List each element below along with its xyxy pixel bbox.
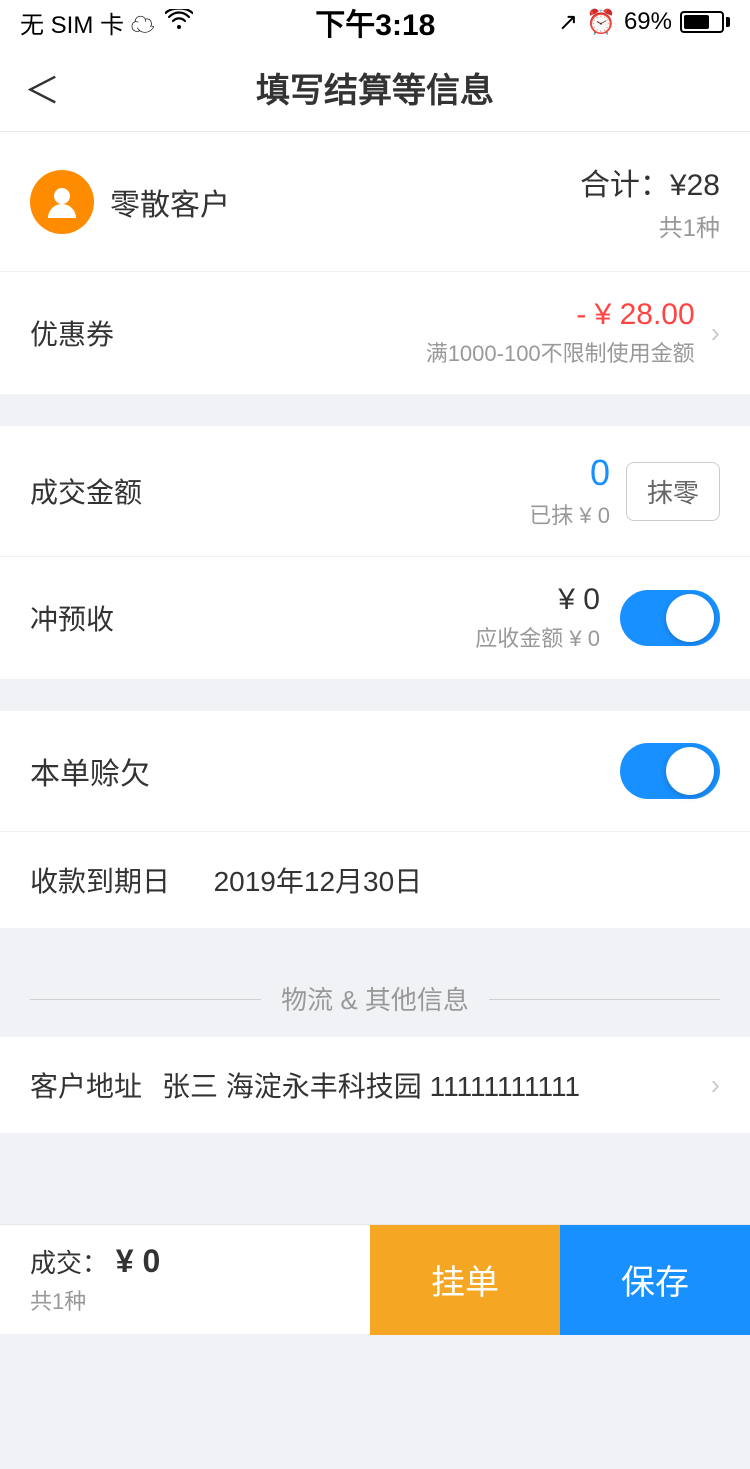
divider-2 <box>0 695 750 711</box>
customer-card: 零散客户 合计：¥28 共1种 优惠券 - ¥ 28.00 满1000-100不… <box>0 132 750 394</box>
prepaid-row: 冲预收 ¥ 0 应收金额 ¥ 0 <box>0 556 750 679</box>
due-date-row: 收款到期日 2019年12月30日 <box>0 831 750 928</box>
hold-button[interactable]: 挂单 <box>370 1225 560 1335</box>
location-icon: ↗ <box>558 8 578 37</box>
deal-card: 成交金额 0 已抹 ¥ 0 抹零 冲预收 ¥ 0 应收金额 ¥ 0 <box>0 426 750 679</box>
deal-sub: 已抹 ¥ 0 <box>529 498 610 530</box>
bottom-deal-line: 成交： ¥ 0 <box>30 1243 340 1280</box>
battery-icon <box>680 8 730 36</box>
credit-toggle[interactable] <box>620 743 720 799</box>
address-chevron: › <box>711 1069 720 1101</box>
deal-amount-row: 成交金额 0 已抹 ¥ 0 抹零 <box>0 426 750 556</box>
logistics-section-header: 物流 & 其他信息 <box>0 960 750 1037</box>
customer-avatar <box>30 170 94 234</box>
prepaid-right: ¥ 0 应收金额 ¥ 0 <box>475 583 720 653</box>
prepaid-amount: ¥ 0 <box>475 583 600 617</box>
credit-toggle-knob <box>666 747 714 795</box>
prepaid-sub: 应收金额 ¥ 0 <box>475 621 600 653</box>
address-card: 客户地址 张三 海淀永丰科技园 11111111111 › <box>0 1037 750 1133</box>
battery-percent: 69% <box>624 8 672 36</box>
customer-name: 零散客户 <box>110 180 230 224</box>
bottom-deal-amount: ¥ 0 <box>116 1243 160 1279</box>
page-title: 填写结算等信息 <box>256 63 494 112</box>
coupon-row[interactable]: 优惠券 - ¥ 28.00 满1000-100不限制使用金额 › <box>0 271 750 394</box>
status-right: ↗ ⏰ 69% <box>558 8 730 37</box>
status-left: 无 SIM 卡 ☁ <box>20 5 193 40</box>
bottom-count: 共1种 <box>30 1284 340 1316</box>
credit-row: 本单赊欠 <box>0 711 750 831</box>
round-zero-button[interactable]: 抹零 <box>626 462 720 521</box>
credit-card: 本单赊欠 收款到期日 2019年12月30日 <box>0 711 750 928</box>
customer-total: 合计：¥28 共1种 <box>580 160 720 243</box>
deal-value[interactable]: 0 <box>590 452 610 494</box>
sim-label: 无 SIM 卡 ☁ <box>20 5 155 40</box>
logistics-label: 物流 & 其他信息 <box>261 980 489 1017</box>
coupon-value: - ¥ 28.00 满1000-100不限制使用金额 <box>426 298 695 368</box>
coupon-amount: - ¥ 28.00 <box>426 298 695 332</box>
address-row[interactable]: 客户地址 张三 海淀永丰科技园 11111111111 › <box>0 1037 750 1133</box>
total-amount: 合计：¥28 <box>580 160 720 204</box>
prepaid-values: ¥ 0 应收金额 ¥ 0 <box>475 583 600 653</box>
toggle-knob <box>666 594 714 642</box>
divider-1 <box>0 410 750 426</box>
alarm-icon: ⏰ <box>586 8 616 37</box>
deal-amount-label: 成交金额 <box>30 471 142 511</box>
prepaid-label: 冲预收 <box>30 598 114 638</box>
due-date-spacer <box>178 866 206 897</box>
status-bar: 无 SIM 卡 ☁ 下午3:18 ↗ ⏰ 69% <box>0 0 750 44</box>
coupon-desc: 满1000-100不限制使用金额 <box>426 336 695 368</box>
bottom-bar: 成交： ¥ 0 共1种 挂单 保存 <box>0 1224 750 1334</box>
customer-row: 零散客户 合计：¥28 共1种 <box>0 132 750 271</box>
back-button[interactable]: ＜ <box>24 62 60 114</box>
deal-right: 0 已抹 ¥ 0 抹零 <box>529 452 720 530</box>
coupon-right: - ¥ 28.00 满1000-100不限制使用金额 › <box>426 298 720 368</box>
wifi-icon <box>165 8 193 36</box>
bottom-deal-label: 成交： <box>30 1248 108 1278</box>
deal-value-wrapper: 0 已抹 ¥ 0 <box>529 452 610 530</box>
status-time: 下午3:18 <box>315 0 435 44</box>
prepaid-toggle[interactable] <box>620 590 720 646</box>
total-count: 共1种 <box>580 208 720 243</box>
nav-bar: ＜ 填写结算等信息 <box>0 44 750 132</box>
customer-info: 零散客户 <box>30 170 230 234</box>
save-button[interactable]: 保存 <box>560 1225 750 1335</box>
address-value: 张三 海淀永丰科技园 11111111111 <box>162 1065 691 1105</box>
address-label: 客户地址 <box>30 1065 142 1105</box>
credit-label: 本单赊欠 <box>30 749 150 793</box>
person-icon <box>44 184 80 220</box>
coupon-label: 优惠券 <box>30 313 114 353</box>
due-date-label: 收款到期日 <box>30 866 170 897</box>
due-date-value: 2019年12月30日 <box>214 866 423 897</box>
bottom-info: 成交： ¥ 0 共1种 <box>0 1243 370 1316</box>
divider-3 <box>0 944 750 960</box>
coupon-chevron: › <box>711 317 720 349</box>
